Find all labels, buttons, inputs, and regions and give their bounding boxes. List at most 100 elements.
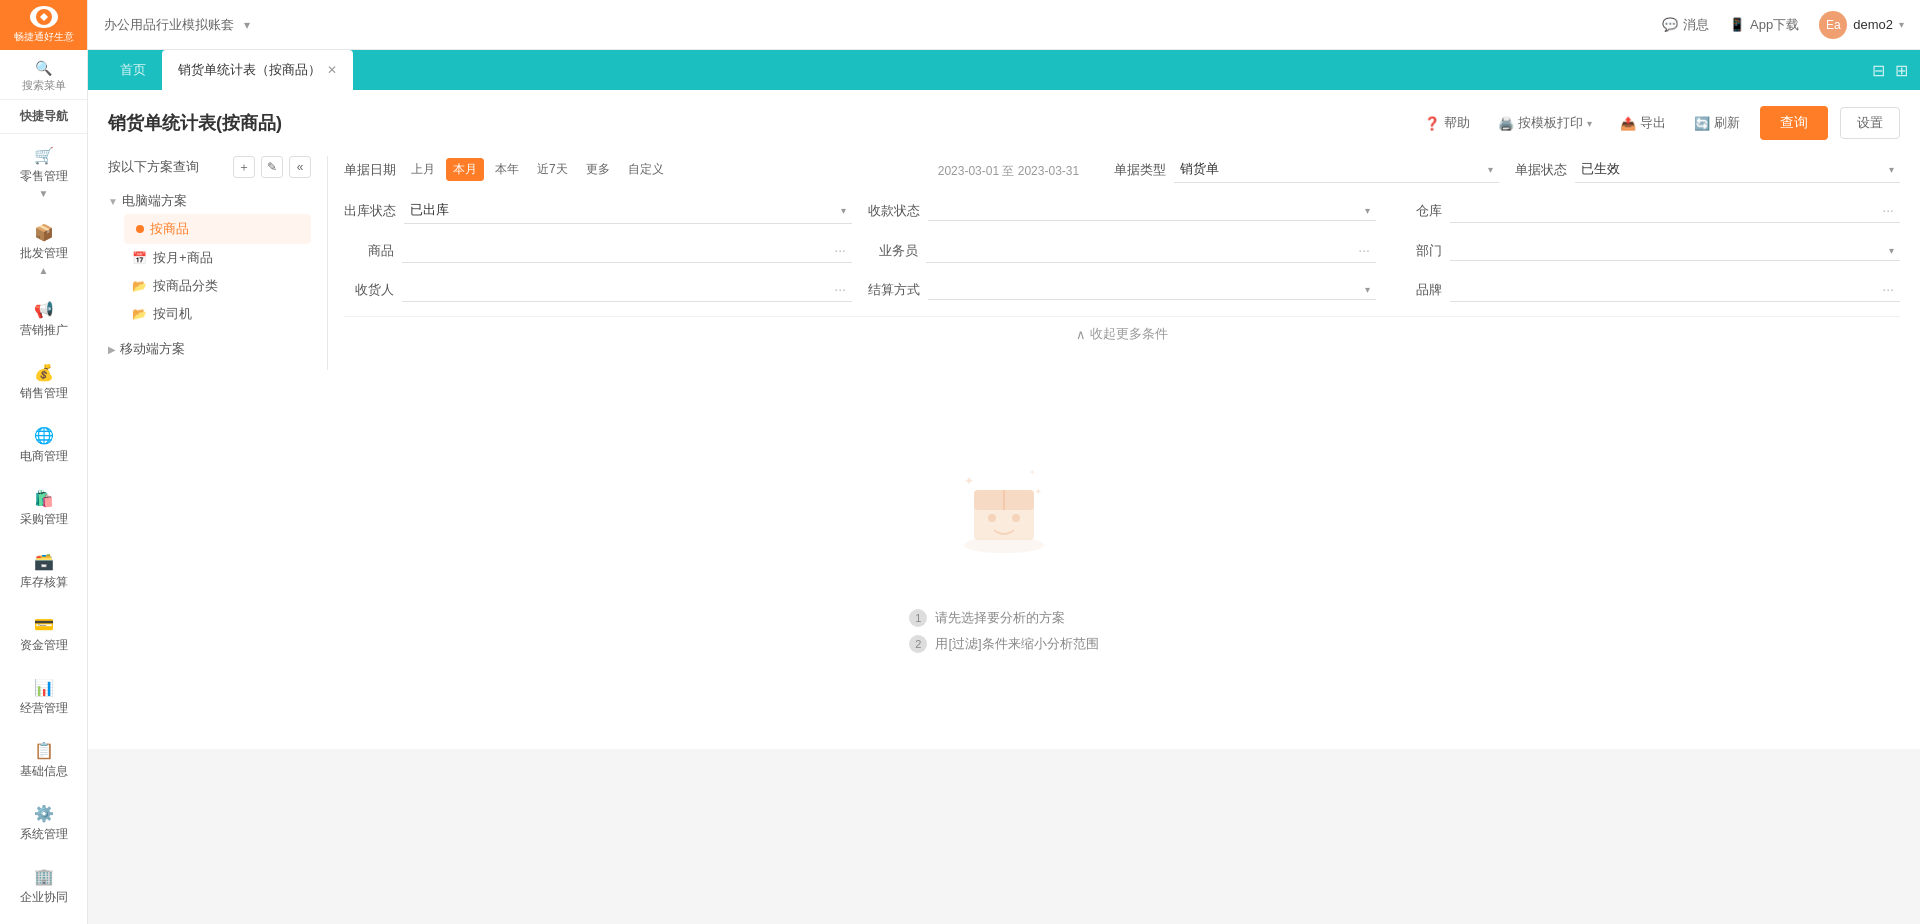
warehouse-label: 仓库 xyxy=(1392,202,1442,220)
sidebar-item-newbie[interactable]: 🎓 新手引导 xyxy=(0,918,87,924)
brand-dots-icon[interactable]: ··· xyxy=(1882,281,1894,297)
scheme-header: 按以下方案查询 ＋ ✎ « xyxy=(108,156,311,178)
page-title-bar: 销货单统计表(按商品) ❓ 帮助 🖨️ 按模板打印 ▾ 📤 导出 xyxy=(108,106,1900,140)
dept-select[interactable]: ▾ xyxy=(1450,241,1900,261)
product-select[interactable]: ··· xyxy=(402,238,852,263)
scheme-edit-button[interactable]: ✎ xyxy=(261,156,283,178)
dept-label: 部门 xyxy=(1392,242,1442,260)
scheme-by-month-product-label: 按月+商品 xyxy=(153,249,213,267)
salesperson-select[interactable]: ··· xyxy=(926,238,1376,263)
scheme-active-dot xyxy=(136,225,144,233)
sidebar-search-menu[interactable]: 🔍 搜索菜单 xyxy=(0,50,87,100)
scheme-item-by-month-product[interactable]: 📅 按月+商品 xyxy=(124,244,311,272)
logo-icon xyxy=(30,6,58,28)
main-content: 办公用品行业模拟账套 ▾ 💬 消息 📱 App下载 Ea demo2 ▾ 首 xyxy=(88,0,1920,924)
date-btn-last-7-days[interactable]: 近7天 xyxy=(530,158,575,181)
header-message[interactable]: 💬 消息 xyxy=(1662,16,1709,34)
scheme-group-mobile: ▶ 移动端方案 xyxy=(108,336,311,362)
inventory-icon: 🗃️ xyxy=(34,552,54,571)
bill-status-label: 单据状态 xyxy=(1515,161,1567,179)
date-btn-this-month[interactable]: 本月 xyxy=(446,158,484,181)
sidebar-item-corp[interactable]: 🏢 企业协同 xyxy=(0,855,87,918)
settlement-select[interactable]: ▾ xyxy=(928,280,1376,300)
finance-icon: 💳 xyxy=(34,615,54,634)
retail-icon: 🛒 xyxy=(34,146,54,165)
date-btn-last-month[interactable]: 上月 xyxy=(404,158,442,181)
tab-close-icon[interactable]: ✕ xyxy=(327,63,337,77)
filter-row-3: 商品 ··· 业务员 ··· xyxy=(344,238,1900,263)
filter-row-4: 收货人 ··· 结算方式 ▾ xyxy=(344,277,1900,302)
scheme-item-by-product[interactable]: 按商品 xyxy=(124,214,311,244)
sidebar-item-ecommerce[interactable]: 🌐 电商管理 xyxy=(0,414,87,477)
system-icon: ⚙️ xyxy=(34,804,54,823)
tip-2-num: 2 xyxy=(909,635,927,653)
wholesale-icon: 📦 xyxy=(34,223,54,242)
scheme-panel-title: 按以下方案查询 xyxy=(108,158,199,176)
tab-home[interactable]: 首页 xyxy=(104,50,162,90)
scheme-item-by-category[interactable]: 📂 按商品分类 xyxy=(124,272,311,300)
warehouse-select[interactable]: ··· xyxy=(1450,198,1900,223)
tab-minimize-icon[interactable]: ⊟ xyxy=(1872,61,1885,80)
sidebar-quick-nav[interactable]: 快捷导航 xyxy=(0,100,87,134)
tab-maximize-icon[interactable]: ⊞ xyxy=(1895,61,1908,80)
purchase-icon: 🛍️ xyxy=(34,489,54,508)
page-inner: 销货单统计表(按商品) ❓ 帮助 🖨️ 按模板打印 ▾ 📤 导出 xyxy=(88,90,1920,749)
scheme-group-pc-arrow: ▼ xyxy=(108,196,118,207)
product-dots-icon[interactable]: ··· xyxy=(834,242,846,258)
svg-text:✦: ✦ xyxy=(964,474,974,488)
sales-icon: 💰 xyxy=(34,363,54,382)
refresh-button[interactable]: 🔄 刷新 xyxy=(1686,110,1748,136)
scheme-group-mobile-header[interactable]: ▶ 移动端方案 xyxy=(108,336,311,362)
scheme-collapse-button[interactable]: « xyxy=(289,156,311,178)
calendar-icon: 📅 xyxy=(132,251,147,265)
sidebar-item-inventory[interactable]: 🗃️ 库存核算 xyxy=(0,540,87,603)
recipient-label: 收货人 xyxy=(344,281,394,299)
print-dropdown-icon: ▾ xyxy=(1587,118,1592,129)
bill-status-select[interactable]: 已生效 ▾ xyxy=(1575,156,1900,183)
sidebar-item-system[interactable]: ⚙️ 系统管理 xyxy=(0,792,87,855)
header-user[interactable]: Ea demo2 ▾ xyxy=(1819,11,1904,39)
recipient-dots-icon[interactable]: ··· xyxy=(834,281,846,297)
message-icon: 💬 xyxy=(1662,17,1678,32)
query-button[interactable]: 查询 xyxy=(1760,106,1828,140)
warehouse-dots-icon[interactable]: ··· xyxy=(1882,202,1894,218)
filter-bill-type-field: 单据类型 销货单 ▾ xyxy=(1114,156,1499,183)
sidebar-item-base[interactable]: 📋 基础信息 xyxy=(0,729,87,792)
top-header: 办公用品行业模拟账套 ▾ 💬 消息 📱 App下载 Ea demo2 ▾ xyxy=(88,0,1920,50)
recv-status-select[interactable]: ▾ xyxy=(928,201,1376,221)
sidebar-item-retail[interactable]: 🛒 零售管理 ▼ xyxy=(0,134,87,211)
sidebar-item-purchase[interactable]: 🛍️ 采购管理 xyxy=(0,477,87,540)
sidebar-item-operations[interactable]: 📊 经营管理 xyxy=(0,666,87,729)
scheme-item-by-clerk[interactable]: 📂 按司机 xyxy=(124,300,311,328)
breadcrumb-dropdown[interactable]: ▾ xyxy=(244,18,250,32)
help-button[interactable]: ❓ 帮助 xyxy=(1416,110,1478,136)
collapse-more-filters[interactable]: ∧ 收起更多条件 xyxy=(344,316,1900,347)
date-btn-this-year[interactable]: 本年 xyxy=(488,158,526,181)
date-btn-more[interactable]: 更多 xyxy=(579,158,617,181)
scheme-group-pc-header[interactable]: ▼ 电脑端方案 xyxy=(108,188,311,214)
header-app-download[interactable]: 📱 App下载 xyxy=(1729,16,1799,34)
bill-type-select[interactable]: 销货单 ▾ xyxy=(1174,156,1499,183)
brand-select[interactable]: ··· xyxy=(1450,277,1900,302)
recv-status-label: 收款状态 xyxy=(868,202,920,220)
out-status-select[interactable]: 已出库 ▾ xyxy=(404,197,852,224)
settlement-label: 结算方式 xyxy=(868,281,920,299)
date-btn-custom[interactable]: 自定义 xyxy=(621,158,671,181)
recipient-select[interactable]: ··· xyxy=(402,277,852,302)
scheme-group-mobile-label: 移动端方案 xyxy=(120,340,185,358)
tab-bar: 首页 销货单统计表（按商品） ✕ ⊟ ⊞ xyxy=(88,50,1920,90)
salesperson-dots-icon[interactable]: ··· xyxy=(1358,242,1370,258)
tab-sales-stats[interactable]: 销货单统计表（按商品） ✕ xyxy=(162,50,353,90)
settings-button[interactable]: 设置 xyxy=(1840,107,1900,139)
user-dropdown-icon: ▾ xyxy=(1899,19,1904,30)
sidebar-item-finance[interactable]: 💳 资金管理 xyxy=(0,603,87,666)
corp-icon: 🏢 xyxy=(34,867,54,886)
sidebar-item-marketing[interactable]: 📢 营销推广 xyxy=(0,288,87,351)
sidebar-item-sales[interactable]: 💰 销售管理 xyxy=(0,351,87,414)
print-button[interactable]: 🖨️ 按模板打印 ▾ xyxy=(1490,110,1600,136)
sidebar-item-wholesale[interactable]: 📦 批发管理 ▲ xyxy=(0,211,87,288)
empty-state: ✦ ✦ ✦ 1 请先选择要分析的方案 2 用[过滤]条件来缩小分析范围 xyxy=(108,370,1900,733)
export-button[interactable]: 📤 导出 xyxy=(1612,110,1674,136)
scheme-add-button[interactable]: ＋ xyxy=(233,156,255,178)
recv-status-dropdown-icon: ▾ xyxy=(1365,205,1370,216)
